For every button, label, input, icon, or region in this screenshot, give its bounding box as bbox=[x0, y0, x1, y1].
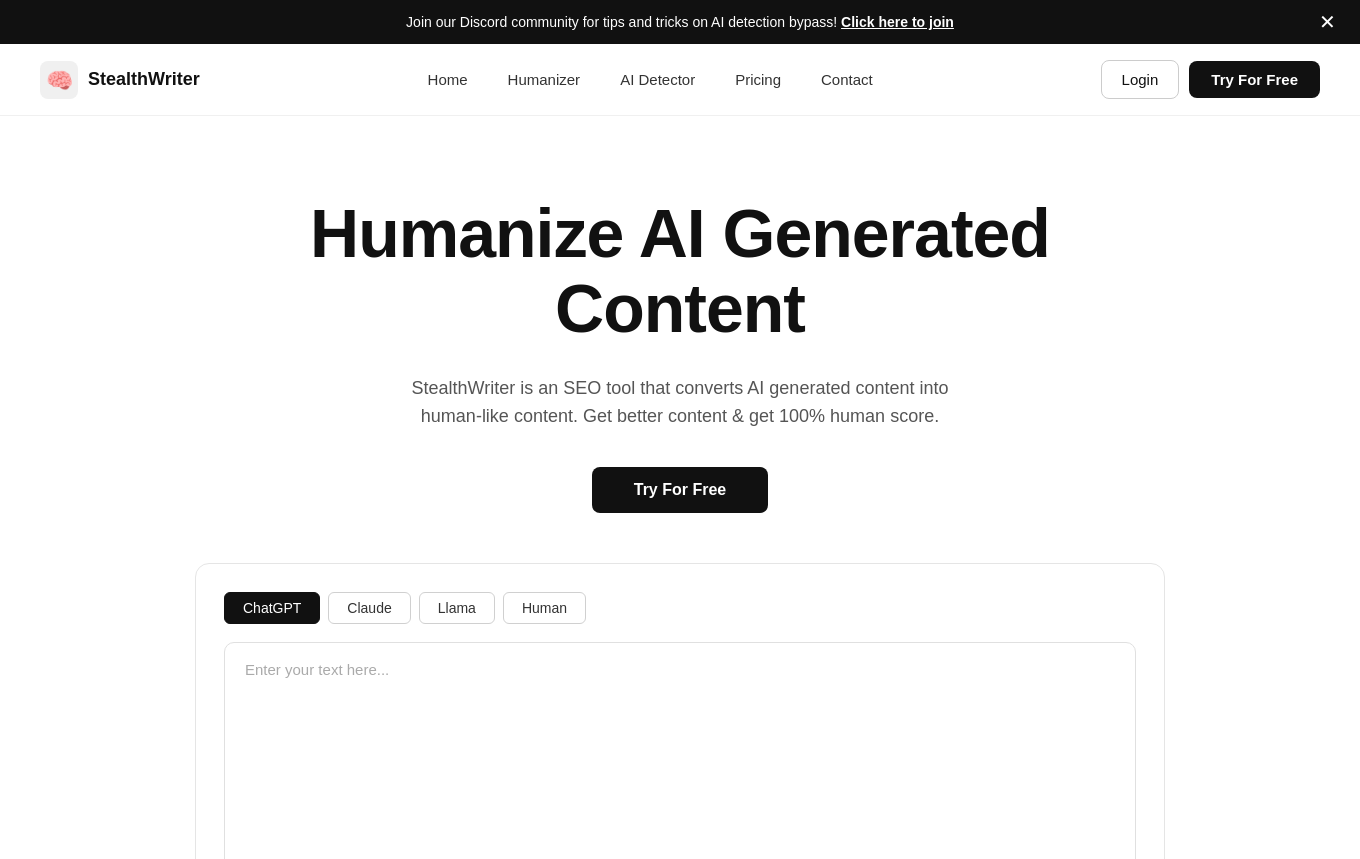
try-free-nav-button[interactable]: Try For Free bbox=[1189, 61, 1320, 98]
tool-container: ChatGPT Claude Llama Human bbox=[175, 563, 1185, 859]
try-free-hero-button[interactable]: Try For Free bbox=[592, 467, 768, 513]
nav: Home Humanizer AI Detector Pricing Conta… bbox=[412, 63, 889, 96]
tool-card: ChatGPT Claude Llama Human bbox=[195, 563, 1165, 859]
tab-claude[interactable]: Claude bbox=[328, 592, 410, 624]
svg-text:🧠: 🧠 bbox=[46, 67, 74, 94]
hero-subtitle: StealthWriter is an SEO tool that conver… bbox=[390, 374, 970, 432]
hero-section: Humanize AI Generated Content StealthWri… bbox=[180, 116, 1180, 563]
nav-ai-detector[interactable]: AI Detector bbox=[604, 63, 711, 96]
tab-chatgpt[interactable]: ChatGPT bbox=[224, 592, 320, 624]
text-input[interactable] bbox=[224, 642, 1136, 859]
nav-pricing[interactable]: Pricing bbox=[719, 63, 797, 96]
tab-llama[interactable]: Llama bbox=[419, 592, 495, 624]
logo-icon: 🧠 bbox=[40, 61, 78, 99]
announcement-bar: Join our Discord community for tips and … bbox=[0, 0, 1360, 44]
header-actions: Login Try For Free bbox=[1101, 60, 1320, 99]
nav-home[interactable]: Home bbox=[412, 63, 484, 96]
nav-contact[interactable]: Contact bbox=[805, 63, 889, 96]
tool-tabs: ChatGPT Claude Llama Human bbox=[224, 592, 1136, 624]
announcement-text: Join our Discord community for tips and … bbox=[406, 14, 954, 30]
hero-title: Humanize AI Generated Content bbox=[200, 196, 1160, 346]
logo-text: StealthWriter bbox=[88, 69, 200, 90]
login-button[interactable]: Login bbox=[1101, 60, 1180, 99]
logo[interactable]: 🧠 StealthWriter bbox=[40, 61, 200, 99]
close-icon[interactable]: ✕ bbox=[1315, 8, 1340, 36]
header: 🧠 StealthWriter Home Humanizer AI Detect… bbox=[0, 44, 1360, 116]
tab-human[interactable]: Human bbox=[503, 592, 586, 624]
announcement-link[interactable]: Click here to join bbox=[841, 14, 954, 30]
nav-humanizer[interactable]: Humanizer bbox=[492, 63, 597, 96]
